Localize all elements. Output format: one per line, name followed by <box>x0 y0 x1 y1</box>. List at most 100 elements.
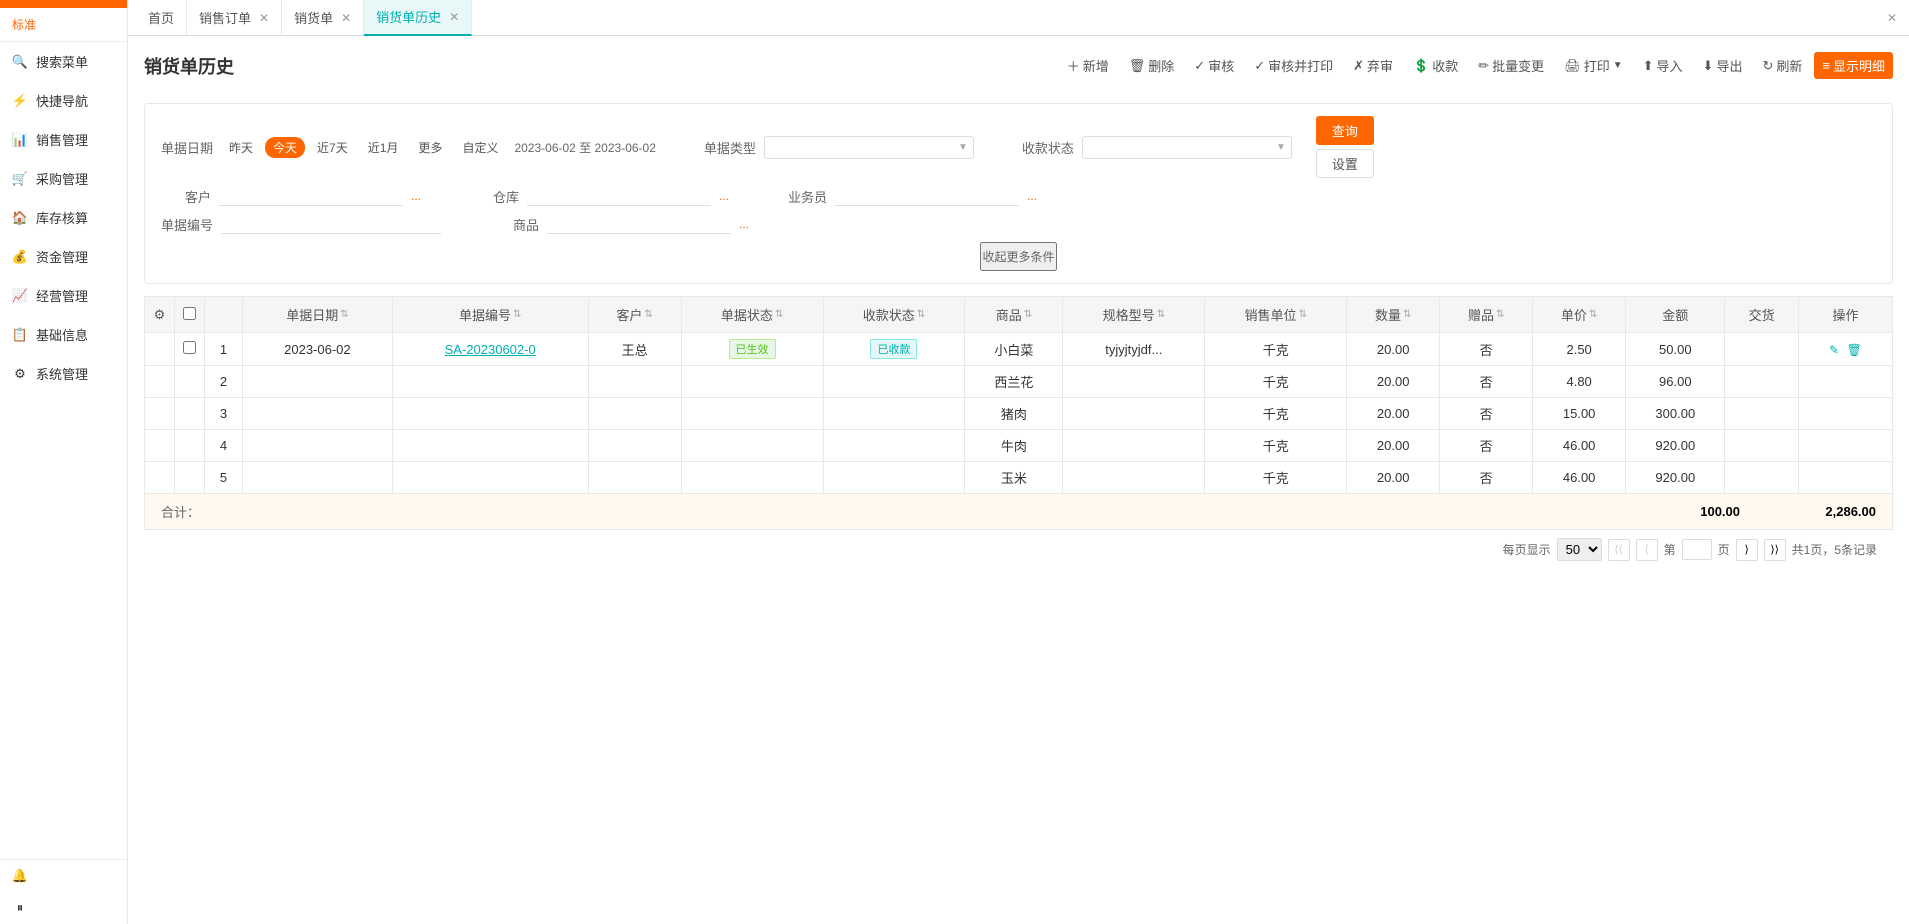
tab-sales-delivery-close[interactable]: ✕ <box>341 11 351 25</box>
query-button[interactable]: 查询 <box>1316 116 1374 145</box>
date-tab-7days[interactable]: 近7天 <box>309 137 356 158</box>
cell-product-2: 猪肉 <box>965 398 1063 430</box>
add-button[interactable]: ＋ 新增 <box>1059 52 1117 79</box>
add-label: 新增 <box>1083 56 1109 75</box>
sidebar-item-basic-info-label: 基础信息 <box>36 325 88 344</box>
tab-sales-order-close[interactable]: ✕ <box>259 11 269 25</box>
select-all-checkbox[interactable] <box>183 307 196 320</box>
col-trade: 交货 <box>1725 297 1798 333</box>
col-unit-price[interactable]: 单价 ⇅ <box>1533 297 1626 333</box>
delete-button[interactable]: 🗑 删除 <box>1121 52 1183 79</box>
page-input[interactable]: 1 <box>1682 539 1712 560</box>
col-product[interactable]: 商品 ⇅ <box>965 297 1063 333</box>
set-button[interactable]: 设置 <box>1316 149 1374 178</box>
sidebar-item-quick-nav[interactable]: ⚡ 快捷导航 <box>0 81 127 120</box>
audit-print-label: 审核并打印 <box>1268 56 1333 75</box>
product-dots-btn[interactable]: ... <box>739 217 749 231</box>
doc-type-select[interactable] <box>764 136 974 159</box>
unit-price-sort-icon: ⇅ <box>1589 309 1597 320</box>
export-button[interactable]: ⬇ 导出 <box>1695 52 1751 79</box>
pagination-prev-btn[interactable]: ⟨ <box>1636 539 1658 561</box>
warehouse-label: 仓库 <box>469 187 519 206</box>
customer-dots-btn[interactable]: ... <box>411 189 421 203</box>
sidebar-item-sales-mgmt[interactable]: 📊 销售管理 <box>0 120 127 159</box>
cell-quantity-2: 20.00 <box>1347 398 1440 430</box>
collect-status-select[interactable] <box>1082 136 1292 159</box>
col-spec[interactable]: 规格型号 ⇅ <box>1063 297 1205 333</box>
date-tab-custom[interactable]: 自定义 <box>454 137 506 158</box>
cell-doc-no-4 <box>392 462 588 494</box>
table-row: 5 玉米 千克 20.00 否 46.00 920.00 <box>145 462 1893 494</box>
unit-sort-icon: ⇅ <box>1299 309 1307 320</box>
pagination-last-btn[interactable]: ⟩⟩ <box>1764 539 1786 561</box>
warehouse-input[interactable] <box>527 186 711 206</box>
cell-spec-2 <box>1063 398 1205 430</box>
col-row-num <box>205 297 243 333</box>
audit-print-button[interactable]: ✓ 审核并打印 <box>1246 52 1341 79</box>
cell-settings-3 <box>145 430 175 462</box>
print-icon: 🖨 <box>1564 58 1581 74</box>
edit-btn-0[interactable]: ✎ <box>1827 343 1841 357</box>
sidebar-item-finance[interactable]: 💰 资金管理 <box>0 237 127 276</box>
col-doc-status[interactable]: 单据状态 ⇅ <box>681 297 823 333</box>
batch-change-icon: ✏ <box>1478 58 1489 74</box>
batch-change-button[interactable]: ✏ 批量变更 <box>1470 52 1552 79</box>
date-tab-today[interactable]: 今天 <box>265 137 305 158</box>
col-unit[interactable]: 销售单位 ⇅ <box>1205 297 1347 333</box>
print-button[interactable]: 🖨 打印 ▼ <box>1556 52 1630 79</box>
collect-button[interactable]: 💲 收款 <box>1405 52 1466 79</box>
sidebar-notification-btn[interactable]: 🔔 <box>0 860 127 892</box>
sidebar-item-purchase-mgmt-label: 采购管理 <box>36 169 88 188</box>
doc-type-label: 单据类型 <box>704 138 756 157</box>
import-button[interactable]: ⬆ 导入 <box>1635 52 1691 79</box>
filter-collapse-btn[interactable]: 收起更多条件 <box>980 242 1056 271</box>
date-tab-yesterday[interactable]: 昨天 <box>221 137 261 158</box>
date-range-value[interactable]: 2023-06-02 至 2023-06-02 <box>514 139 655 156</box>
pagination-next-btn[interactable]: ⟩ <box>1736 539 1758 561</box>
per-page-select[interactable]: 50 <box>1557 538 1602 561</box>
cell-doc-no-3 <box>392 430 588 462</box>
abandon-button[interactable]: ✗ 弃审 <box>1345 52 1401 79</box>
table-row: 3 猪肉 千克 20.00 否 15.00 300.00 <box>145 398 1893 430</box>
sidebar-pause-btn[interactable]: ⏸ <box>0 892 127 924</box>
date-tab-1month[interactable]: 近1月 <box>360 137 407 158</box>
col-settings[interactable]: ⚙ <box>145 297 175 333</box>
delete-btn-0[interactable]: 🗑 <box>1845 343 1864 357</box>
warehouse-dots-btn[interactable]: ... <box>719 189 729 203</box>
doc-no-link-0[interactable]: SA-20230602-0 <box>445 342 536 357</box>
tab-sales-history-close[interactable]: ✕ <box>449 10 459 24</box>
cell-actions-2 <box>1798 398 1892 430</box>
col-customer[interactable]: 客户 ⇅ <box>588 297 681 333</box>
row-checkbox-0[interactable] <box>183 341 196 354</box>
col-quantity[interactable]: 数量 ⇅ <box>1347 297 1440 333</box>
cell-collect-status-2 <box>823 398 965 430</box>
tab-home[interactable]: 首页 <box>136 0 187 36</box>
cell-collect-status-0: 已收款 <box>823 333 965 366</box>
product-input[interactable] <box>547 214 731 234</box>
cell-checkbox-2 <box>175 398 205 430</box>
col-doc-date[interactable]: 单据日期 ⇅ <box>243 297 393 333</box>
doc-no-input[interactable] <box>221 214 441 234</box>
salesperson-input[interactable] <box>835 186 1019 206</box>
sidebar-item-search-menu[interactable]: 🔍 搜索菜单 <box>0 42 127 81</box>
col-collect-status[interactable]: 收款状态 ⇅ <box>823 297 965 333</box>
cell-doc-no-0: SA-20230602-0 <box>392 333 588 366</box>
tab-sales-delivery[interactable]: 销货单 ✕ <box>282 0 364 36</box>
show-detail-button[interactable]: ≡ 显示明细 <box>1814 52 1893 79</box>
tab-sales-order[interactable]: 销售订单 ✕ <box>187 0 282 36</box>
sidebar-item-system[interactable]: ⚙ 系统管理 <box>0 354 127 393</box>
sidebar-item-purchase-mgmt[interactable]: 🛒 采购管理 <box>0 159 127 198</box>
salesperson-dots-btn[interactable]: ... <box>1027 189 1037 203</box>
tab-sales-history[interactable]: 销货单历史 ✕ <box>364 0 472 36</box>
audit-button[interactable]: ✓ 审核 <box>1186 52 1242 79</box>
sidebar-item-basic-info[interactable]: 📋 基础信息 <box>0 315 127 354</box>
col-gift[interactable]: 赠品 ⇅ <box>1440 297 1533 333</box>
sidebar-item-operations[interactable]: 📈 经营管理 <box>0 276 127 315</box>
customer-input[interactable] <box>219 186 403 206</box>
close-all-tabs-btn[interactable]: ✕ <box>1883 7 1901 29</box>
refresh-button[interactable]: ↻ 刷新 <box>1754 52 1810 79</box>
col-doc-no[interactable]: 单据编号 ⇅ <box>392 297 588 333</box>
date-tab-more[interactable]: 更多 <box>410 137 450 158</box>
sidebar-item-inventory[interactable]: 🏠 库存核算 <box>0 198 127 237</box>
pagination-first-btn[interactable]: ⟨⟨ <box>1608 539 1630 561</box>
